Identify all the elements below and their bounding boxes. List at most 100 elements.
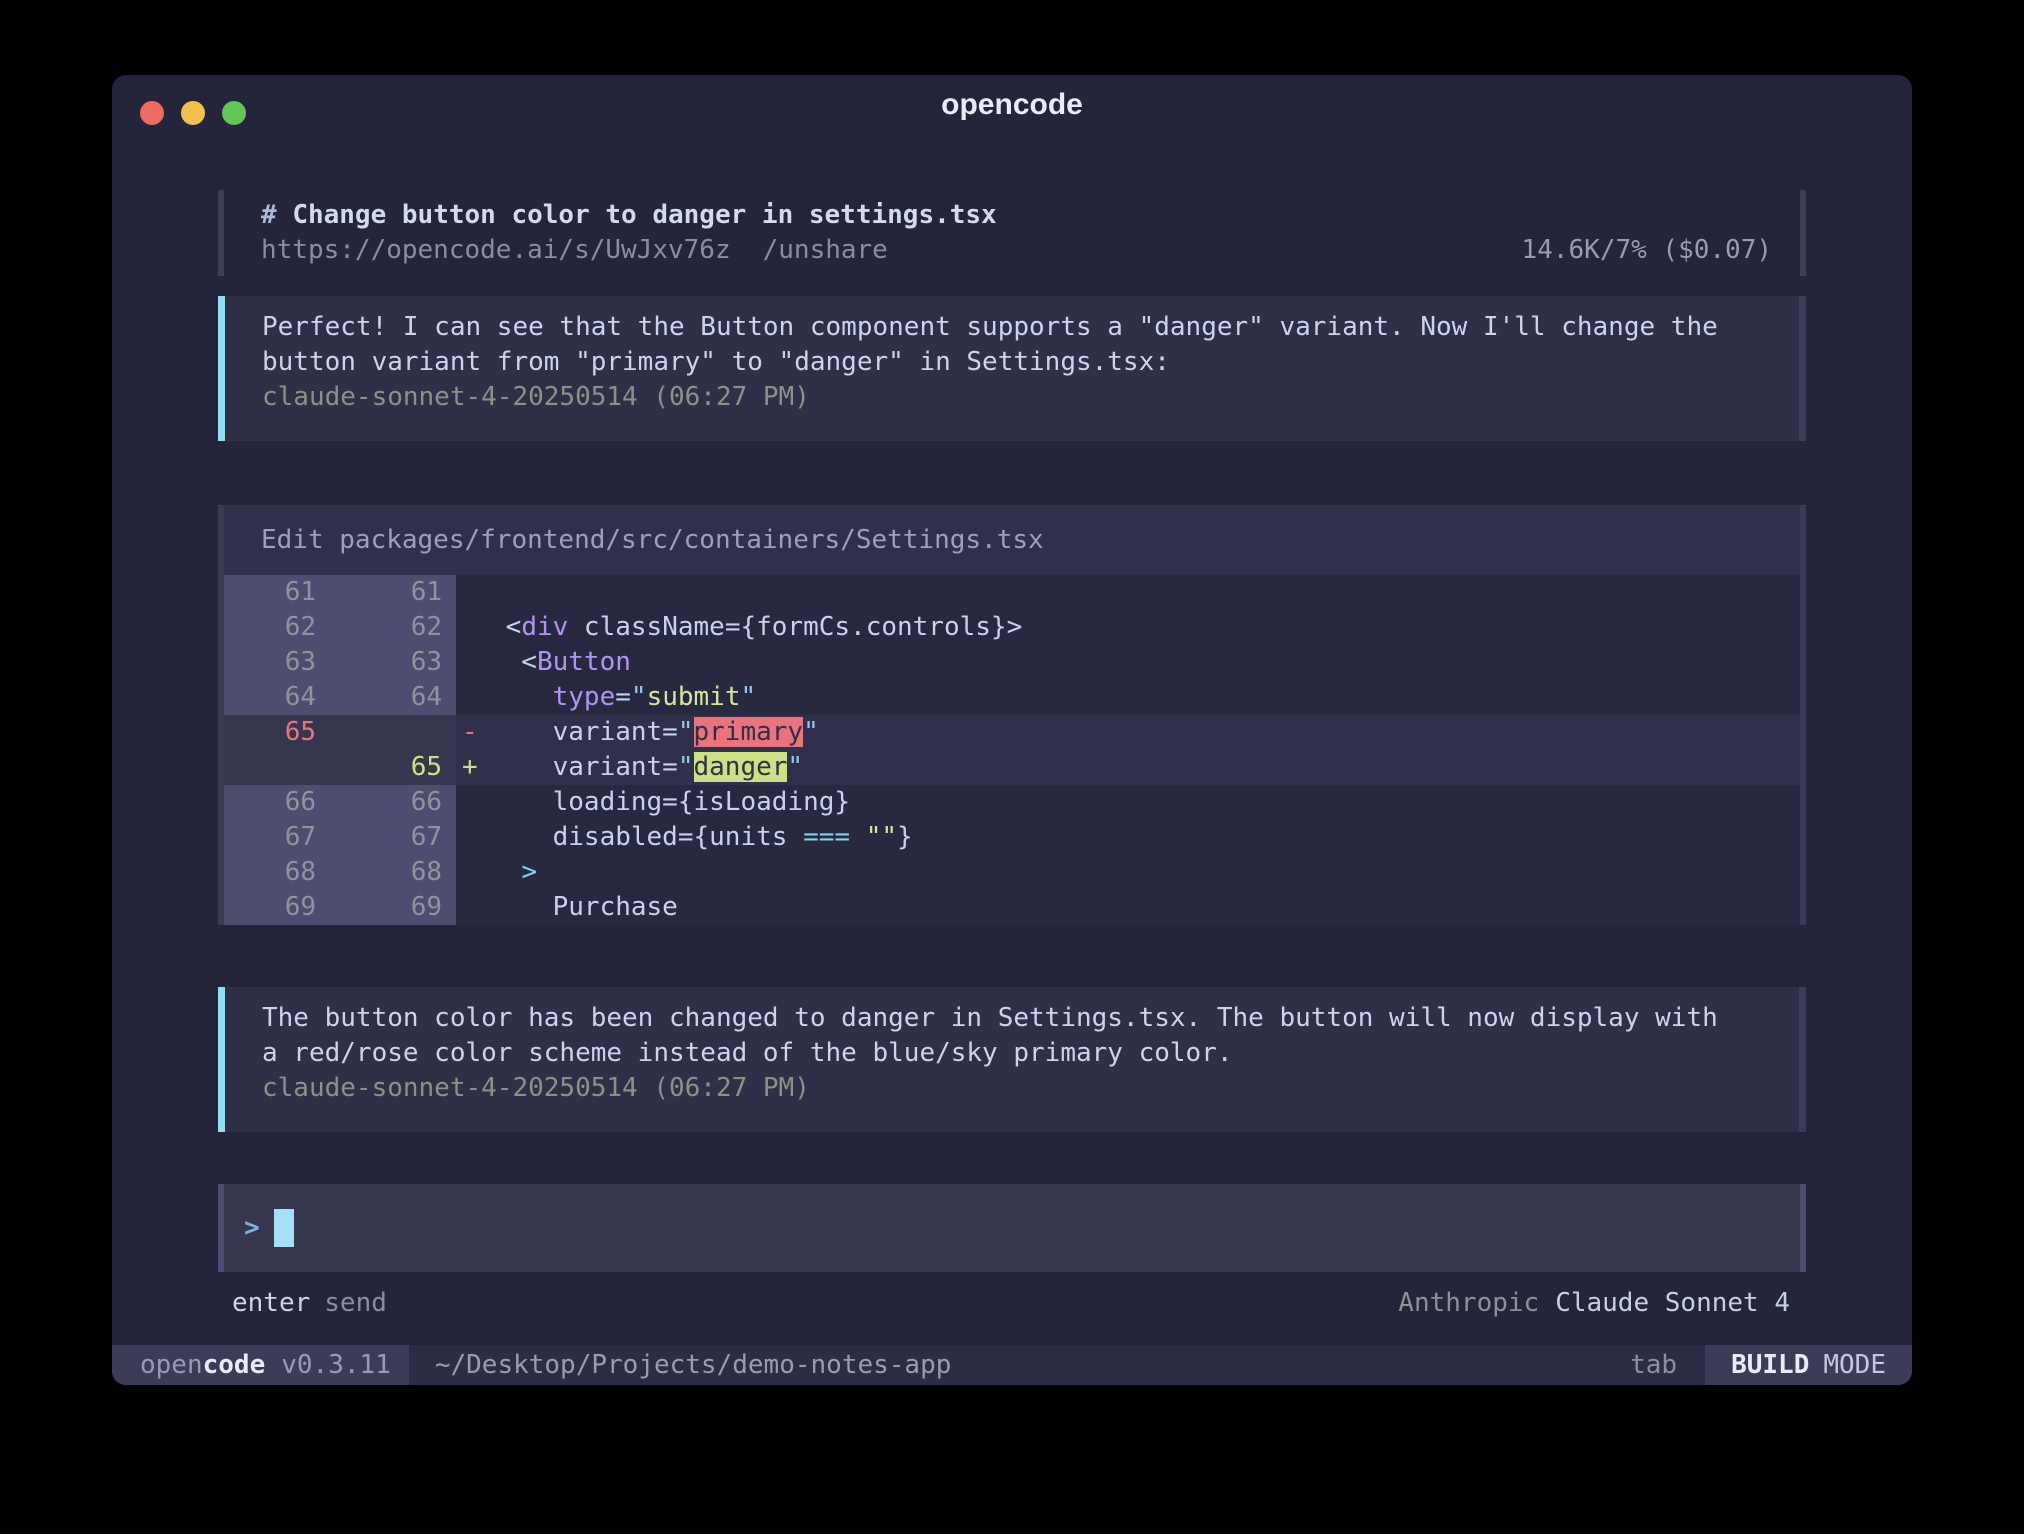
code-token: <: [490, 647, 537, 677]
code-token: ": [803, 717, 819, 747]
mode-toggle-chip[interactable]: BUILD MODE: [1705, 1345, 1912, 1385]
diff-row: 6666 loading={isLoading}: [224, 785, 1800, 820]
diff-change-marker: [456, 890, 490, 925]
code-token: <: [490, 612, 521, 642]
working-directory: ~/Desktop/Projects/demo-notes-app: [435, 1350, 952, 1380]
code-token: div: [521, 612, 568, 642]
session-title-text: Change button color to danger in setting…: [292, 200, 996, 230]
message-text: The button color has been changed to dan…: [262, 1001, 1734, 1071]
code-token: [490, 682, 553, 712]
code-token: Purchase: [490, 892, 678, 922]
diff-rows: 61616262 <div className={formCs.controls…: [224, 575, 1800, 925]
diff-row: 6262 <div className={formCs.controls}>: [224, 610, 1800, 645]
code-token: Button: [537, 647, 631, 677]
close-button[interactable]: [140, 101, 164, 125]
line-number-new: 61: [330, 575, 456, 610]
code-token: ": [740, 682, 756, 712]
app-name-open: open: [140, 1350, 203, 1380]
window-title: opencode: [941, 88, 1083, 122]
code-token: ": [787, 752, 803, 782]
line-number-new: 66: [330, 785, 456, 820]
diff-change-marker: +: [456, 750, 490, 785]
line-number-new: [330, 715, 456, 750]
tab-key-hint: tab: [1630, 1350, 1677, 1380]
status-bar: opencodev0.3.11 ~/Desktop/Projects/demo-…: [112, 1345, 1912, 1385]
code-token: ===: [803, 822, 850, 852]
provider-name: Anthropic: [1398, 1288, 1539, 1318]
line-number-old: 62: [224, 610, 330, 645]
diff-block: Edit packages/frontend/src/containers/Se…: [218, 505, 1806, 925]
diff-change-marker: [456, 610, 490, 645]
model-name: Claude Sonnet 4: [1555, 1288, 1790, 1318]
line-number-old: 66: [224, 785, 330, 820]
enter-key-hint: enter: [232, 1288, 310, 1318]
mode-word-build: BUILD: [1731, 1350, 1809, 1380]
code-token: type: [553, 682, 616, 712]
diff-row: 6464 type="submit": [224, 680, 1800, 715]
opencode-window: opencode # Change button color to danger…: [112, 75, 1912, 1385]
model-indicator: Anthropic Claude Sonnet 4: [1398, 1286, 1790, 1321]
diff-code-line: variant="danger": [490, 750, 1800, 785]
diff-change-marker: -: [456, 715, 490, 750]
unshare-command[interactable]: /unshare: [763, 233, 888, 268]
diff-code-line: [490, 575, 1800, 610]
assistant-message: The button color has been changed to dan…: [218, 987, 1806, 1132]
message-meta: claude-sonnet-4-20250514 (06:27 PM): [262, 1071, 1771, 1106]
text-cursor: [274, 1209, 294, 1247]
app-version: v0.3.11: [281, 1350, 391, 1380]
message-text: Perfect! I can see that the Button compo…: [262, 310, 1734, 380]
token-cost-stats: 14.6K/7% ($0.07): [1522, 233, 1772, 268]
line-number-old: 67: [224, 820, 330, 855]
hint-row: enter send Anthropic Claude Sonnet 4: [218, 1286, 1806, 1321]
code-token: variant=: [490, 752, 678, 782]
diff-code-line: variant="primary": [490, 715, 1800, 750]
code-token: loading={isLoading}: [490, 787, 850, 817]
line-number-new: 67: [330, 820, 456, 855]
line-number-old: 61: [224, 575, 330, 610]
markdown-hash: #: [261, 200, 292, 230]
line-number-new: 64: [330, 680, 456, 715]
code-token: [490, 857, 521, 887]
diff-change-marker: [456, 680, 490, 715]
minimize-button[interactable]: [181, 101, 205, 125]
prompt-input[interactable]: >: [218, 1184, 1806, 1272]
diff-row: 6868 >: [224, 855, 1800, 890]
diff-change-marker: [456, 575, 490, 610]
code-token: variant=: [490, 717, 678, 747]
mode-word-mode: MODE: [1823, 1350, 1886, 1380]
share-url[interactable]: https://opencode.ai/s/UwJxv76z: [261, 233, 731, 268]
line-number-new: 69: [330, 890, 456, 925]
diff-change-marker: [456, 785, 490, 820]
diff-change-marker: [456, 645, 490, 680]
session-content: # Change button color to danger in setti…: [112, 190, 1912, 1321]
diff-title: Edit packages/frontend/src/containers/Se…: [224, 505, 1800, 575]
title-bar[interactable]: opencode: [112, 75, 1912, 135]
line-number-old: 69: [224, 890, 330, 925]
diff-row: 6161: [224, 575, 1800, 610]
assistant-message: Perfect! I can see that the Button compo…: [218, 296, 1806, 441]
code-token: ": [631, 682, 647, 712]
zoom-button[interactable]: [222, 101, 246, 125]
code-token: ": [678, 717, 694, 747]
diff-code-line: <div className={formCs.controls}>: [490, 610, 1800, 645]
line-number-old: 63: [224, 645, 330, 680]
app-version-chip: opencodev0.3.11: [112, 1345, 409, 1385]
code-token: submit: [647, 682, 741, 712]
session-header: # Change button color to danger in setti…: [218, 190, 1806, 276]
line-number-new: 68: [330, 855, 456, 890]
diff-change-marker: [456, 855, 490, 890]
diff-code-line: loading={isLoading}: [490, 785, 1800, 820]
diff-code-line: Purchase: [490, 890, 1800, 925]
code-token: }: [897, 822, 913, 852]
code-token: >: [521, 857, 537, 887]
line-number-old: 65: [224, 715, 330, 750]
diff-code-line: disabled={units === ""}: [490, 820, 1800, 855]
diff-code-line: type="submit": [490, 680, 1800, 715]
diff-row: 6969 Purchase: [224, 890, 1800, 925]
send-label: send: [324, 1288, 387, 1318]
send-hint: enter send: [232, 1286, 387, 1321]
session-subheader: https://opencode.ai/s/UwJxv76z /unshare …: [261, 233, 1772, 268]
code-token: danger: [694, 752, 788, 782]
message-meta: claude-sonnet-4-20250514 (06:27 PM): [262, 380, 1771, 415]
prompt-symbol: >: [244, 1213, 260, 1243]
